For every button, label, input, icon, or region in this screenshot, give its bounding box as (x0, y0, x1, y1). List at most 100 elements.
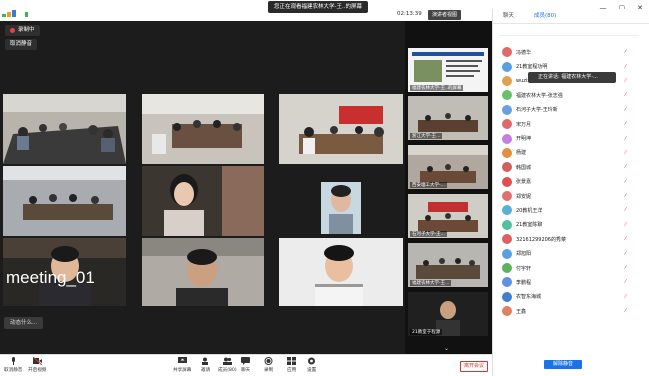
thumbnail-video[interactable]: 西安理工大学-... (408, 145, 488, 189)
muted-mic-icon[interactable]: ⁄ (625, 92, 626, 98)
muted-mic-icon[interactable]: ⁄ (625, 179, 626, 185)
participant-row[interactable]: 21教室陈聊 ⁄ (493, 218, 649, 232)
thumbnail-video[interactable]: 石河子大学-王... (408, 194, 488, 238)
participant-row[interactable]: 石河子大学-王玲新 ⁄ (493, 103, 649, 117)
participant-row[interactable]: 韩国城 ⁄ (493, 160, 649, 174)
video-tile[interactable] (279, 94, 403, 164)
muted-mic-icon[interactable]: ⁄ (625, 164, 626, 170)
participant-row[interactable]: 农智东海城 ⁄ (493, 290, 649, 304)
unmute-all-button[interactable]: 解除静音 (544, 360, 582, 369)
members-button[interactable]: 成员(80) (218, 357, 237, 373)
avatar (502, 191, 512, 202)
muted-mic-icon[interactable]: ⁄ (625, 251, 626, 257)
thumbnail-screen-share[interactable]: 福建农林大学-王..的屏幕 (408, 48, 488, 92)
muted-mic-icon[interactable]: ⁄ (625, 294, 626, 300)
participant-row[interactable]: 王鑫 ⁄ (493, 304, 649, 318)
toolbar-label: 应用 (287, 368, 297, 373)
participant-row[interactable]: 郑安妮 ⁄ (493, 189, 649, 203)
thumbnail-label: 21教室于程源 (410, 329, 443, 335)
signal-icon (12, 10, 16, 17)
avatar (502, 291, 512, 302)
participant-row[interactable]: 张景嘉 ⁄ (493, 175, 649, 189)
apps-icon (287, 357, 297, 365)
muted-mic-icon[interactable]: ⁄ (625, 78, 626, 84)
participant-row[interactable]: 32161299206的秀菜 ⁄ (493, 232, 649, 246)
chevron-down-icon[interactable]: ⌄ (444, 345, 449, 352)
mic-status-badge[interactable]: 取消静音 (5, 39, 38, 50)
video-tile[interactable] (3, 94, 126, 164)
muted-mic-icon[interactable]: ⁄ (625, 265, 626, 271)
muted-mic-icon[interactable]: ⁄ (625, 193, 626, 199)
thumbnail-video[interactable]: 21教室于程源 (408, 292, 488, 336)
video-tile[interactable] (3, 166, 126, 236)
participant-row[interactable]: 杨建 ⁄ (493, 146, 649, 160)
muted-mic-icon[interactable]: ⁄ (625, 107, 626, 113)
conference-room-image (3, 94, 126, 164)
participant-name: 李鹏程 (516, 279, 532, 286)
conference-room-image (142, 94, 264, 164)
recording-indicator[interactable]: 录制中 (5, 25, 40, 36)
screen-share-indicator[interactable]: 您正在观看福建农林大学-王..的屏幕 (268, 1, 368, 13)
muted-mic-icon[interactable]: ⁄ (625, 136, 626, 142)
video-tile[interactable] (142, 166, 264, 236)
avatar (502, 248, 512, 259)
thumbnail-label: 浙江大学-王... (410, 133, 443, 139)
tab-members[interactable]: 成员(80) (524, 9, 566, 23)
conference-room-image (3, 166, 126, 236)
avatar (502, 104, 512, 115)
view-mode-button[interactable]: 演讲者视图 (428, 10, 462, 20)
muted-mic-icon[interactable]: ⁄ (625, 236, 626, 242)
participant-name: 福建农林大学-张志强 (516, 92, 563, 99)
chat-button[interactable]: 聊天 (241, 357, 250, 373)
share-screen-button[interactable]: 共享屏幕 (173, 357, 191, 373)
record-icon (264, 357, 273, 365)
muted-mic-icon[interactable]: ⁄ (625, 207, 626, 213)
settings-button[interactable]: 设置 (307, 357, 316, 373)
invite-button[interactable]: 邀请 (201, 357, 210, 373)
participant-row[interactable]: 宋万月 ⁄ (493, 117, 649, 131)
participant-row[interactable]: 冯德华 ⁄ (493, 45, 649, 59)
muted-mic-icon[interactable]: ⁄ (625, 121, 626, 127)
participant-name: 20教机王洋 (516, 207, 543, 214)
participant-row[interactable]: 郑旭阳 ⁄ (493, 246, 649, 260)
mute-button[interactable]: 取消静音 (4, 357, 22, 373)
video-tile[interactable] (142, 238, 264, 306)
participant-row[interactable]: 付宇轩 ⁄ (493, 261, 649, 275)
video-tile[interactable] (279, 238, 403, 306)
participant-row[interactable]: 20教机王洋 ⁄ (493, 203, 649, 217)
tab-chat[interactable]: 聊天 (493, 9, 524, 23)
thumbnail-video[interactable]: 浙江大学-王... (408, 96, 488, 140)
video-tile[interactable] (142, 94, 264, 164)
apps-button[interactable]: 应用 (287, 357, 296, 373)
microphone-icon (9, 357, 18, 365)
leave-meeting-button[interactable]: 离开会议 (460, 361, 488, 372)
thumbnail-label: 石河子大学-王... (410, 231, 447, 237)
muted-mic-icon[interactable]: ⁄ (625, 64, 626, 70)
participant-row[interactable]: 福建农林大学-张志强 ⁄ (493, 88, 649, 102)
participant-video-image (142, 166, 264, 236)
participant-name: 冯德华 (516, 49, 532, 56)
muted-mic-icon[interactable]: ⁄ (625, 49, 626, 55)
active-speaker-chip[interactable]: 动态什么... (4, 317, 44, 329)
participant-name: 韩国城 (516, 164, 532, 171)
toolbar-label: 取消静音 (4, 368, 23, 373)
record-icon (10, 28, 15, 33)
muted-mic-icon[interactable]: ⁄ (625, 222, 626, 228)
avatar (502, 162, 512, 173)
record-button[interactable]: 录制 (264, 357, 273, 373)
thumbnail-label: 西安理工大学-... (410, 182, 447, 188)
video-button[interactable]: 开启视频 (28, 356, 47, 373)
toolbar-label: 录制 (264, 368, 274, 373)
participant-row[interactable]: 开明坤 ⁄ (493, 131, 649, 145)
avatar (502, 133, 512, 144)
muted-mic-icon[interactable]: ⁄ (625, 308, 626, 314)
participant-row[interactable]: 李鹏程 ⁄ (493, 275, 649, 289)
member-search[interactable] (499, 26, 639, 36)
toolbar-label: 开启视频 (28, 368, 47, 373)
participant-name: 郑旭阳 (516, 251, 532, 258)
muted-mic-icon[interactable]: ⁄ (625, 150, 626, 156)
video-tile[interactable] (279, 166, 403, 236)
muted-mic-icon[interactable]: ⁄ (625, 279, 626, 285)
avatar (502, 263, 512, 274)
thumbnail-video[interactable]: 福建农林大学-王... (408, 243, 488, 287)
